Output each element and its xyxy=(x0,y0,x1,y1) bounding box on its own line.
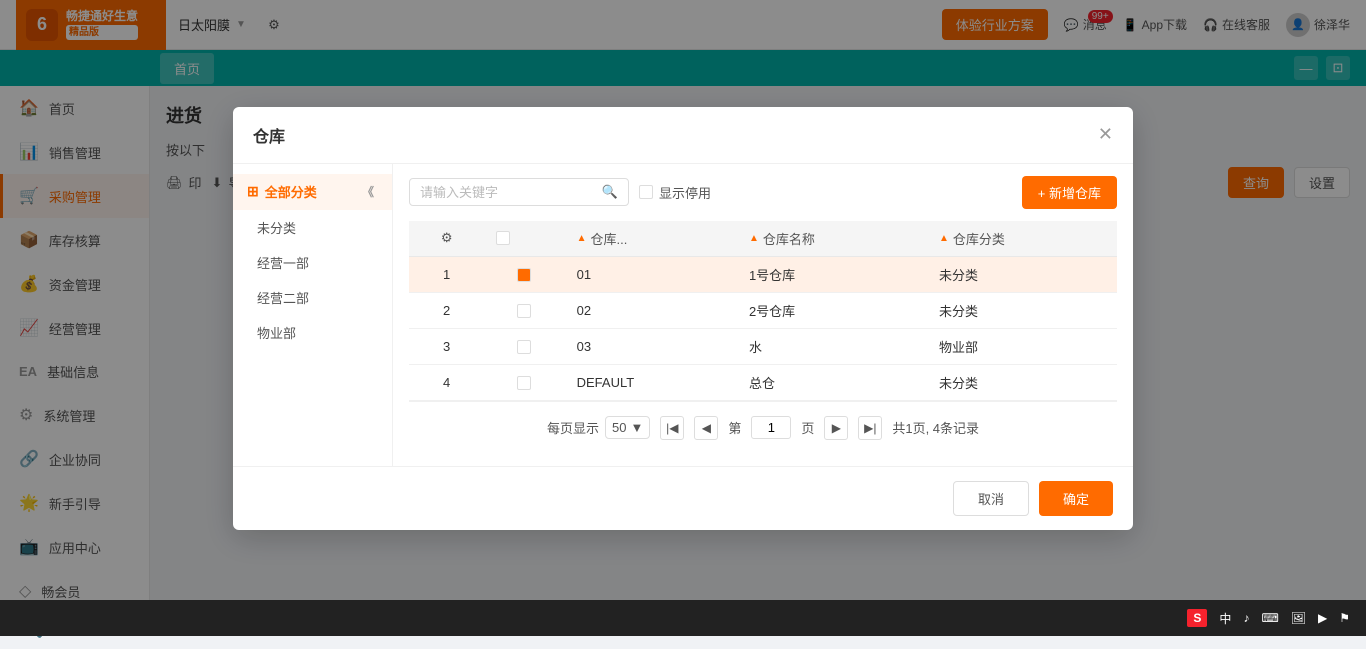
prev-page-btn[interactable]: ◀ xyxy=(694,416,718,440)
cancel-btn[interactable]: 取消 xyxy=(953,481,1029,516)
td-index: 2 xyxy=(409,292,484,328)
td-index: 1 xyxy=(409,256,484,292)
sort-icon-category: ▲ xyxy=(939,233,949,244)
cat-unclassified-label: 未分类 xyxy=(257,221,296,236)
td-checkbox[interactable] xyxy=(484,364,564,400)
modal-body: ⊞ 全部分类 《 未分类 经营一部 经营二部 物业部 xyxy=(233,164,1133,466)
sort-icon-code: ▲ xyxy=(577,233,587,244)
cat-item-dept1[interactable]: 经营一部 xyxy=(233,245,392,280)
first-page-btn[interactable]: |◀ xyxy=(660,416,684,440)
table-header: ⚙ ▲ 仓库... xyxy=(409,221,1117,257)
search-input-wrap: 🔍 xyxy=(409,178,629,206)
status-keyboard[interactable]: ⌨ xyxy=(1261,611,1278,625)
select-all-checkbox[interactable] xyxy=(496,231,510,245)
total-info: 共1页, 4条记录 xyxy=(892,418,979,437)
status-audio[interactable]: ♪ xyxy=(1243,611,1249,625)
table-scroll: ⚙ ▲ 仓库... xyxy=(409,221,1117,401)
page-size-area: 每页显示 50 ▼ xyxy=(547,416,650,439)
td-code: 03 xyxy=(565,328,737,364)
status-lang[interactable]: 中 xyxy=(1219,610,1231,627)
table-row[interactable]: 3 03 水 物业部 xyxy=(409,328,1117,364)
cat-item-property[interactable]: 物业部 xyxy=(233,315,392,350)
th-name: ▲ 仓库名称 xyxy=(737,221,927,257)
per-page-label: 每页显示 xyxy=(547,418,599,437)
td-category: 物业部 xyxy=(927,328,1117,364)
table-area: 🔍 显示停用 + 新增仓库 ⚙ xyxy=(393,164,1133,466)
td-code: 02 xyxy=(565,292,737,328)
th-gear: ⚙ xyxy=(409,221,484,257)
grid-icon: ⊞ xyxy=(247,183,259,200)
per-page-dropdown-icon: ▼ xyxy=(630,420,643,435)
td-category: 未分类 xyxy=(927,292,1117,328)
search-icon[interactable]: 🔍 xyxy=(602,184,618,200)
page-unit: 页 xyxy=(801,418,814,437)
td-code: 01 xyxy=(565,256,737,292)
td-checkbox[interactable] xyxy=(484,328,564,364)
table-row[interactable]: 2 02 2号仓库 未分类 xyxy=(409,292,1117,328)
cat-item-unclassified[interactable]: 未分类 xyxy=(233,210,392,245)
td-name: 2号仓库 xyxy=(737,292,927,328)
status-flag[interactable]: ⚑ xyxy=(1339,611,1350,625)
status-play[interactable]: ▶ xyxy=(1318,611,1327,625)
modal-close-btn[interactable]: ✕ xyxy=(1098,124,1113,145)
per-page-value: 50 xyxy=(612,420,626,435)
cat-dept1-label: 经营一部 xyxy=(257,256,309,271)
td-category: 未分类 xyxy=(927,364,1117,400)
td-index: 3 xyxy=(409,328,484,364)
td-index: 4 xyxy=(409,364,484,400)
cat-dept2-label: 经营二部 xyxy=(257,291,309,306)
status-screen[interactable]: 🖼 xyxy=(1291,611,1306,625)
table-header-row: ⚙ ▲ 仓库... xyxy=(409,221,1117,257)
status-bar: S 中 ♪ ⌨ 🖼 ▶ ⚑ xyxy=(0,600,1366,636)
td-category: 未分类 xyxy=(927,256,1117,292)
th-checkbox xyxy=(484,221,564,257)
th-code: ▲ 仓库... xyxy=(565,221,737,257)
last-page-btn[interactable]: ▶| xyxy=(858,416,882,440)
pagination: 每页显示 50 ▼ |◀ ◀ 第 页 ▶ ▶| 共1页, 4条记录 xyxy=(409,401,1117,454)
cat-item-dept2[interactable]: 经营二部 xyxy=(233,280,392,315)
td-code: DEFAULT xyxy=(565,364,737,400)
td-name: 水 xyxy=(737,328,927,364)
table-row[interactable]: 1 01 1号仓库 未分类 xyxy=(409,256,1117,292)
cat-property-label: 物业部 xyxy=(257,326,296,341)
cat-all-header[interactable]: ⊞ 全部分类 《 xyxy=(233,174,392,210)
td-name: 1号仓库 xyxy=(737,256,927,292)
category-sidebar: ⊞ 全部分类 《 未分类 经营一部 经营二部 物业部 xyxy=(233,164,393,466)
th-category-label: 仓库分类 xyxy=(953,229,1005,248)
td-name: 总仓 xyxy=(737,364,927,400)
show-disabled-checkbox[interactable] xyxy=(639,185,653,199)
td-checkbox[interactable] xyxy=(484,292,564,328)
modal-overlay: 仓库 ✕ ⊞ 全部分类 《 未分类 经营一部 经营二部 xyxy=(0,0,1366,636)
per-page-select[interactable]: 50 ▼ xyxy=(605,416,650,439)
table-body: 1 01 1号仓库 未分类 2 02 2号仓库 未分类 3 03 水 物业部 4… xyxy=(409,256,1117,400)
modal-title: 仓库 xyxy=(253,123,285,147)
s-logo: S xyxy=(1187,609,1207,627)
search-input[interactable] xyxy=(420,185,596,200)
th-name-label: 仓库名称 xyxy=(763,229,815,248)
warehouse-table: ⚙ ▲ 仓库... xyxy=(409,221,1117,401)
sort-icon-name: ▲ xyxy=(749,233,759,244)
page-input[interactable] xyxy=(751,416,791,439)
cat-collapse-btn[interactable]: 《 xyxy=(358,182,378,202)
th-category: ▲ 仓库分类 xyxy=(927,221,1117,257)
show-disabled-toggle[interactable]: 显示停用 xyxy=(639,183,711,202)
td-checkbox[interactable] xyxy=(484,256,564,292)
confirm-btn[interactable]: 确定 xyxy=(1039,481,1113,516)
modal-header: 仓库 ✕ xyxy=(233,107,1133,164)
page-label: 第 xyxy=(728,418,741,437)
warehouse-modal: 仓库 ✕ ⊞ 全部分类 《 未分类 经营一部 经营二部 xyxy=(233,107,1133,530)
next-page-btn[interactable]: ▶ xyxy=(824,416,848,440)
cat-all-label: 全部分类 xyxy=(265,182,317,201)
th-code-label: 仓库... xyxy=(591,229,628,248)
show-disabled-label: 显示停用 xyxy=(659,183,711,202)
modal-footer: 取消 确定 xyxy=(233,466,1133,530)
search-bar: 🔍 显示停用 + 新增仓库 xyxy=(409,176,1117,209)
table-row[interactable]: 4 DEFAULT 总仓 未分类 xyxy=(409,364,1117,400)
add-warehouse-btn[interactable]: + 新增仓库 xyxy=(1022,176,1117,209)
